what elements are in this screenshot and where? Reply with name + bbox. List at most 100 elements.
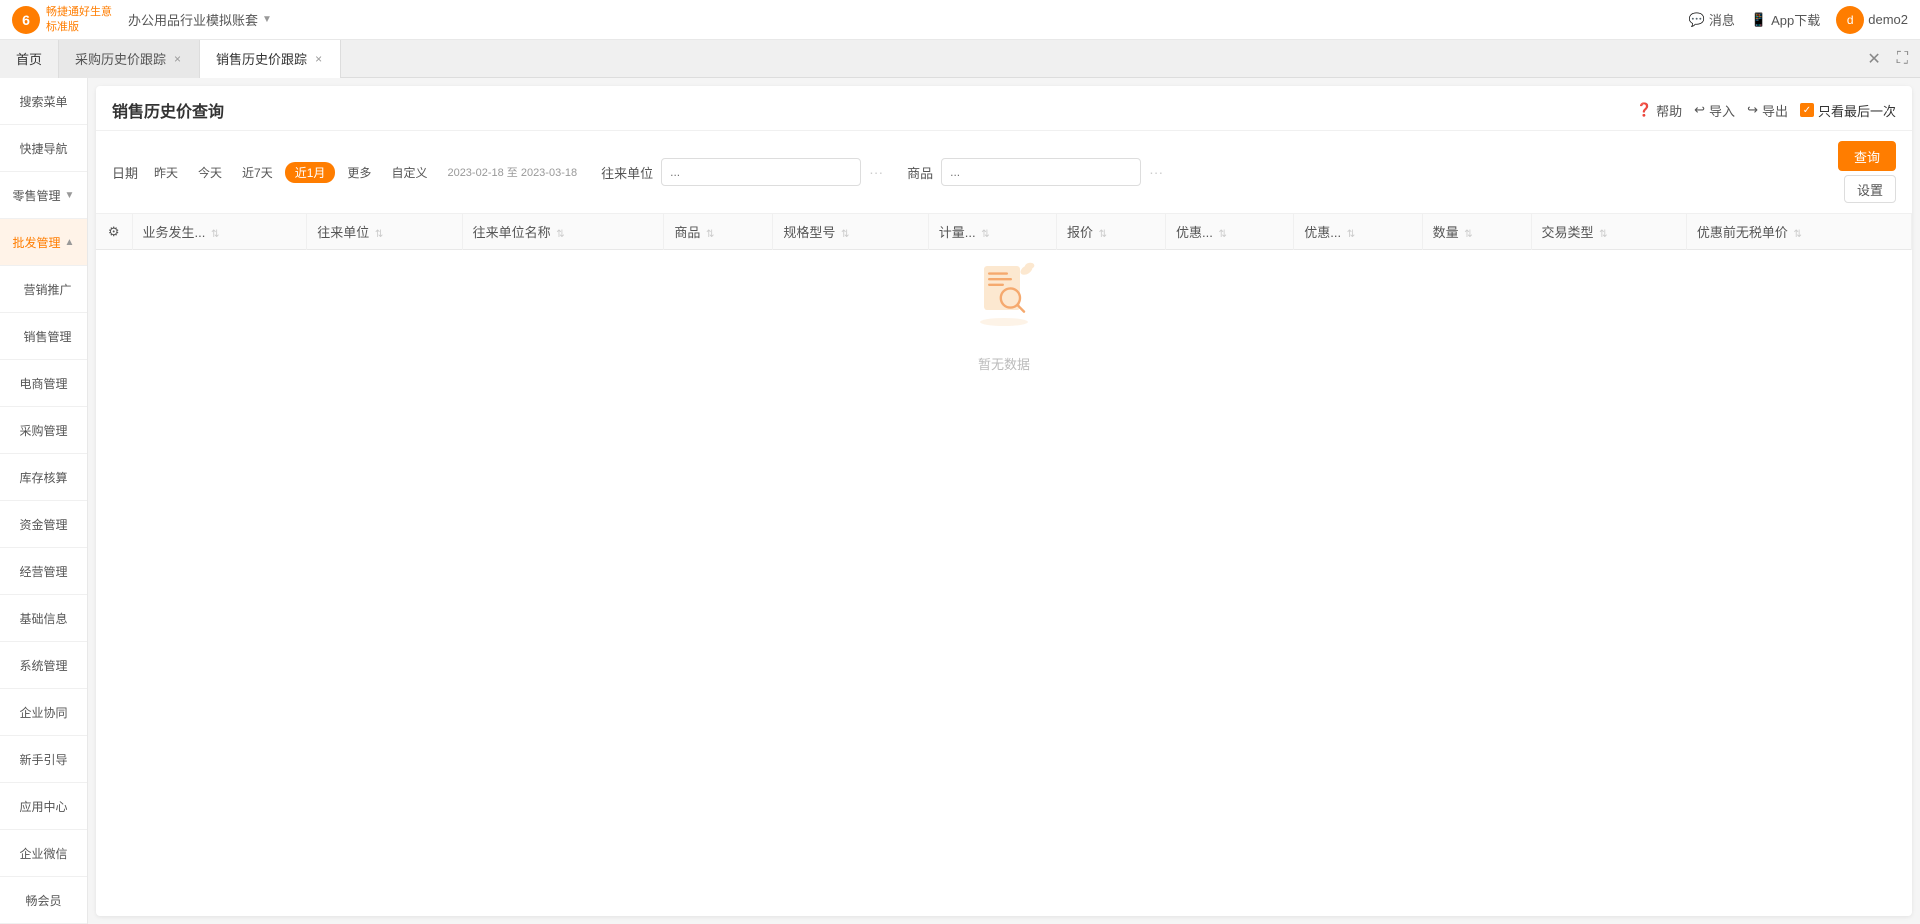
message-action[interactable]: 💬 消息 — [1689, 10, 1735, 29]
page-title: 销售历史价查询 — [112, 98, 224, 122]
logo-icon: 6 — [12, 6, 40, 34]
sidebar-item-search-menu[interactable]: 搜索菜单 — [0, 78, 87, 125]
purchase-mgmt-label: 采购管理 — [19, 422, 67, 439]
counterparty-label: 往来单位 — [601, 163, 653, 182]
operation-label: 经营管理 — [19, 563, 67, 580]
header-left: 6 畅捷通好生意 标准版 办公用品行业模拟账套 ▼ — [12, 5, 280, 34]
th-goods[interactable]: 商品 ⇅ — [664, 214, 773, 250]
th-settings[interactable]: ⚙ — [96, 214, 132, 250]
sidebar-item-wholesale-mgmt[interactable]: 批发管理 ▲ — [0, 219, 87, 266]
maximize-btn[interactable]: ⛶ — [1893, 46, 1912, 72]
sidebar-item-marketing[interactable]: 营销推广 — [0, 266, 87, 313]
th-discount1[interactable]: 优惠... ⇅ — [1165, 214, 1293, 250]
import-btn[interactable]: ↩ 导入 — [1694, 101, 1735, 120]
search-menu-label: 搜索菜单 — [19, 93, 67, 110]
logo-text: 畅捷通好生意 标准版 — [46, 5, 112, 34]
sidebar-item-app-center[interactable]: 应用中心 — [0, 783, 87, 830]
ecommerce-label: 电商管理 — [19, 375, 67, 392]
close-window-btn[interactable]: ✕ — [1863, 45, 1884, 73]
date-option-1month[interactable]: 近1月 — [285, 162, 336, 183]
app-download-action[interactable]: 📱 App下载 — [1751, 10, 1820, 29]
th-biz-date[interactable]: 业务发生... ⇅ — [132, 214, 307, 250]
tab-purchase-history[interactable]: 采购历史价跟踪 × — [59, 40, 200, 78]
th-counterparty-name[interactable]: 往来单位名称 ⇅ — [462, 214, 664, 250]
settings-button[interactable]: 设置 — [1844, 175, 1896, 203]
help-btn[interactable]: ❓ 帮助 — [1636, 101, 1682, 120]
goods-input[interactable] — [941, 158, 1141, 186]
enterprise-wechat-label: 企业微信 — [19, 845, 67, 862]
sidebar-item-retail-mgmt[interactable]: 零售管理 ▼ — [0, 172, 87, 219]
sidebar-item-vip-member[interactable]: 畅会员 — [0, 877, 87, 924]
sales-mgmt-label: 销售管理 — [23, 328, 71, 345]
workspace-label: 办公用品行业模拟账套 — [128, 10, 258, 29]
counterparty-input[interactable] — [661, 158, 861, 186]
avatar: d — [1836, 6, 1864, 34]
purchase-tab-label: 采购历史价跟踪 — [75, 49, 166, 68]
sidebar-item-operation-mgmt[interactable]: 经营管理 — [0, 548, 87, 595]
tab-sales-history[interactable]: 销售历史价跟踪 × — [200, 40, 341, 78]
only-last-checkbox[interactable]: ✓ 只看最后一次 — [1800, 101, 1896, 120]
sidebar-item-sales-mgmt[interactable]: 销售管理 — [0, 313, 87, 360]
th-quantity[interactable]: 数量 ⇅ — [1422, 214, 1531, 250]
th-quote[interactable]: 报价 ⇅ — [1057, 214, 1166, 250]
workspace-selector[interactable]: 办公用品行业模拟账套 ▼ — [120, 6, 280, 33]
checkbox-checked-icon: ✓ — [1800, 103, 1814, 117]
date-option-custom[interactable]: 自定义 — [383, 162, 435, 183]
purchase-tab-close[interactable]: × — [172, 51, 183, 67]
beginner-guide-label: 新手引导 — [19, 751, 67, 768]
th-spec[interactable]: 规格型号 ⇅ — [773, 214, 928, 250]
sort-icon-counterparty: ⇅ — [375, 229, 383, 240]
retail-arrow-icon: ▼ — [65, 190, 75, 201]
th-counterparty[interactable]: 往来单位 ⇅ — [307, 214, 462, 250]
home-tab-label: 首页 — [16, 49, 42, 68]
sort-icon-discount2: ⇅ — [1347, 229, 1355, 240]
basic-info-label: 基础信息 — [19, 610, 67, 627]
sort-icon-quantity: ⇅ — [1464, 229, 1472, 240]
sidebar: 搜索菜单 快捷导航 零售管理 ▼ 批发管理 ▲ 营销推广 销售管理 电商管理 采… — [0, 78, 88, 924]
import-icon: ↩ — [1694, 102, 1705, 118]
goods-dots-icon[interactable]: ··· — [1149, 164, 1163, 180]
th-discount2[interactable]: 优惠... ⇅ — [1294, 214, 1422, 250]
sidebar-item-enterprise-wechat[interactable]: 企业微信 — [0, 830, 87, 877]
sidebar-item-ecommerce-mgmt[interactable]: 电商管理 — [0, 360, 87, 407]
system-mgmt-label: 系统管理 — [19, 657, 67, 674]
export-btn[interactable]: ↪ 导出 — [1747, 101, 1788, 120]
sidebar-item-finance-mgmt[interactable]: 资金管理 — [0, 501, 87, 548]
marketing-label: 营销推广 — [23, 281, 71, 298]
sidebar-item-inventory[interactable]: 库存核算 — [0, 454, 87, 501]
sort-icon-unit: ⇅ — [981, 229, 989, 240]
table-header-row: ⚙ 业务发生... ⇅ 往来单位 ⇅ 往来单位名称 ⇅ — [96, 214, 1912, 250]
app-icon: 📱 — [1751, 12, 1767, 28]
sort-icon-quote: ⇅ — [1099, 229, 1107, 240]
date-option-today[interactable]: 今天 — [190, 162, 230, 183]
header-right: 💬 消息 📱 App下载 d demo2 — [1689, 6, 1908, 34]
sales-tab-close[interactable]: × — [313, 51, 324, 67]
data-table: ⚙ 业务发生... ⇅ 往来单位 ⇅ 往来单位名称 ⇅ — [96, 214, 1912, 250]
date-option-yesterday[interactable]: 昨天 — [146, 162, 186, 183]
user-action[interactable]: d demo2 — [1836, 6, 1908, 34]
chevron-down-icon: ▼ — [262, 14, 272, 25]
page-header: 销售历史价查询 ❓ 帮助 ↩ 导入 ↪ 导出 ✓ — [96, 86, 1912, 131]
sidebar-item-quick-nav[interactable]: 快捷导航 — [0, 125, 87, 172]
export-icon: ↪ — [1747, 102, 1758, 118]
tab-home[interactable]: 首页 — [0, 40, 59, 78]
top-header: 6 畅捷通好生意 标准版 办公用品行业模拟账套 ▼ 💬 消息 📱 App下载 d… — [0, 0, 1920, 40]
help-icon: ❓ — [1636, 102, 1652, 118]
query-button[interactable]: 查询 — [1838, 141, 1896, 171]
th-trade-type[interactable]: 交易类型 ⇅ — [1531, 214, 1686, 250]
th-unit[interactable]: 计量... ⇅ — [928, 214, 1056, 250]
th-pre-discount-price[interactable]: 优惠前无税单价 ⇅ — [1686, 214, 1911, 250]
sidebar-item-purchase-mgmt[interactable]: 采购管理 — [0, 407, 87, 454]
date-option-more[interactable]: 更多 — [339, 162, 379, 183]
query-actions: 查询 设置 — [1838, 141, 1896, 203]
counterparty-dots-icon[interactable]: ··· — [869, 164, 883, 180]
main-wrapper: 搜索菜单 快捷导航 零售管理 ▼ 批发管理 ▲ 营销推广 销售管理 电商管理 采… — [0, 78, 1920, 924]
sidebar-item-system-mgmt[interactable]: 系统管理 — [0, 642, 87, 689]
enterprise-collab-label: 企业协同 — [19, 704, 67, 721]
date-option-7days[interactable]: 近7天 — [234, 162, 281, 183]
empty-state-text: 暂无数据 — [978, 354, 1030, 373]
sidebar-item-beginner-guide[interactable]: 新手引导 — [0, 736, 87, 783]
sidebar-item-enterprise-collab[interactable]: 企业协同 — [0, 689, 87, 736]
sidebar-item-basic-info[interactable]: 基础信息 — [0, 595, 87, 642]
vip-member-label: 畅会员 — [25, 892, 61, 909]
